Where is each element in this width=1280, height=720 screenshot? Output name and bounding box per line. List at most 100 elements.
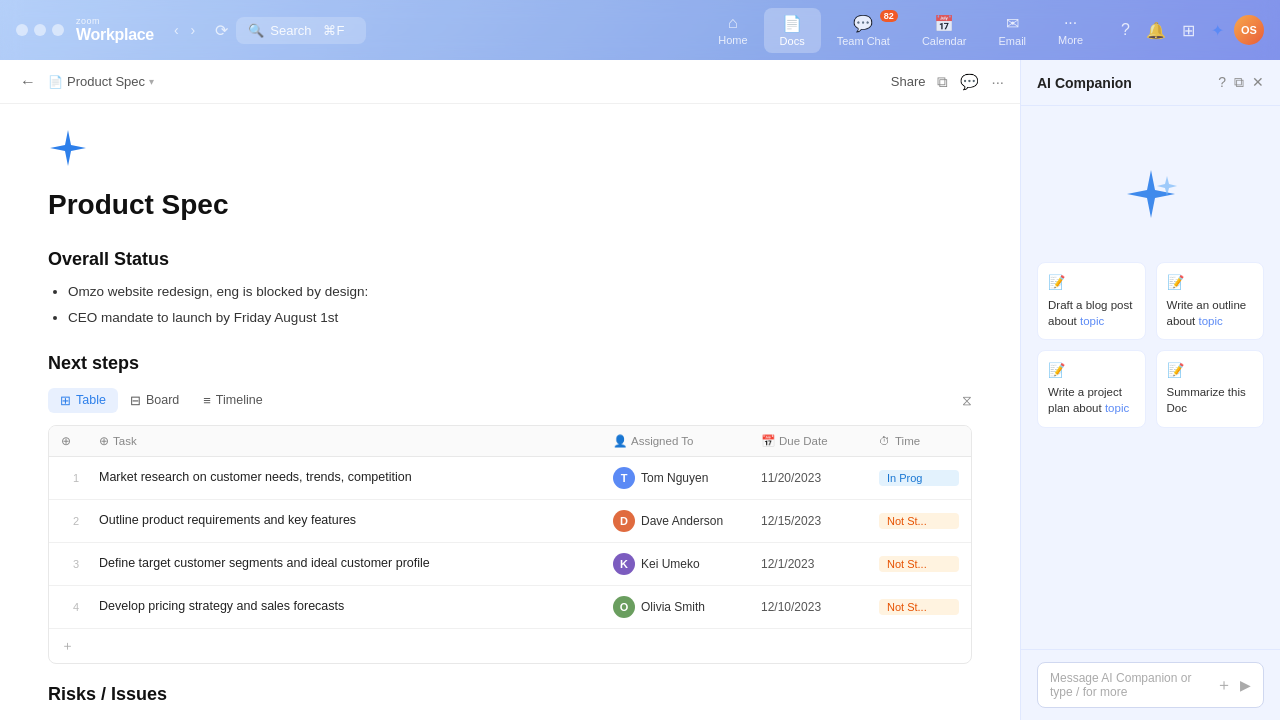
board-icon: ⊟ — [130, 393, 141, 408]
assignee-cell: O Olivia Smith — [613, 596, 753, 618]
view-tab-timeline[interactable]: ≡ Timeline — [191, 388, 274, 413]
view-tab-table[interactable]: ⊞ Table — [48, 388, 118, 413]
ai-icon[interactable]: ✦ — [1205, 15, 1230, 46]
tab-team-chat-label: Team Chat — [837, 35, 890, 47]
suggestion-topic: topic — [1105, 402, 1129, 414]
ai-body: 📝 Draft a blog post about topic 📝 Write … — [1021, 106, 1280, 649]
task-name: Develop pricing strategy and sales forec… — [99, 598, 605, 616]
row-num: 2 — [61, 515, 91, 527]
comment-icon[interactable]: 💬 — [960, 73, 979, 91]
more-options-icon[interactable]: ··· — [991, 73, 1004, 90]
minimize-button[interactable] — [34, 24, 46, 36]
ai-help-icon[interactable]: ? — [1218, 74, 1226, 91]
close-button[interactable] — [16, 24, 28, 36]
breadcrumb[interactable]: 📄 Product Spec ▾ — [48, 74, 154, 89]
toolbar-right: Share ⧉ 💬 ··· — [891, 73, 1004, 91]
tab-email-label: Email — [999, 35, 1027, 47]
ai-close-icon[interactable]: ✕ — [1252, 74, 1264, 91]
table-icon: ⊞ — [60, 393, 71, 408]
main-area: ← 📄 Product Spec ▾ Share ⧉ 💬 ··· Product — [0, 60, 1280, 720]
maximize-button[interactable] — [52, 24, 64, 36]
home-icon: ⌂ — [728, 14, 738, 32]
assignee-name: Tom Nguyen — [641, 471, 708, 485]
assignee-name: Kei Umeko — [641, 557, 700, 571]
forward-arrow[interactable]: › — [187, 18, 200, 42]
col-task: ⊕ Task — [99, 434, 605, 448]
tab-calendar[interactable]: 📅 Calendar — [906, 8, 983, 53]
workplace-label: Workplace — [76, 26, 154, 44]
table-row[interactable]: 4 Develop pricing strategy and sales for… — [49, 586, 971, 629]
overall-status-list: Omzo website redesign, eng is blocked by… — [48, 282, 972, 329]
help-icon[interactable]: ? — [1115, 15, 1136, 45]
ai-footer: Message AI Companion or type / for more … — [1021, 649, 1280, 720]
ai-sparkle-icon — [1123, 166, 1179, 222]
ai-expand-icon[interactable]: ⧉ — [1234, 74, 1244, 91]
due-date: 12/1/2023 — [761, 557, 871, 571]
table-header: ⊕ ⊕ Task 👤 Assigned To 📅 Due Date ⏱ Time — [49, 426, 971, 457]
filter-button[interactable]: ⧖ — [962, 392, 972, 409]
tab-calendar-label: Calendar — [922, 35, 967, 47]
tab-team-chat[interactable]: 82 💬 Team Chat — [821, 8, 906, 53]
suggestion-text: Draft a blog post about topic — [1048, 297, 1135, 329]
ai-input-bar[interactable]: Message AI Companion or type / for more … — [1037, 662, 1264, 708]
doc-content: Product Spec Overall Status Omzo website… — [0, 104, 1020, 720]
row-num: 1 — [61, 472, 91, 484]
table-row[interactable]: 1 Market research on customer needs, tre… — [49, 457, 971, 500]
doc-toolbar: ← 📄 Product Spec ▾ Share ⧉ 💬 ··· — [0, 60, 1020, 104]
task-name: Outline product requirements and key fea… — [99, 512, 605, 530]
ai-add-button[interactable]: ＋ — [1216, 675, 1232, 696]
col-due-date: 📅 Due Date — [761, 434, 871, 448]
overall-status-heading: Overall Status — [48, 249, 972, 270]
ai-suggestion-outline[interactable]: 📝 Write an outline about topic — [1156, 262, 1265, 340]
back-button[interactable]: ← — [16, 69, 40, 95]
search-bar[interactable]: 🔍 Search ⌘F — [236, 17, 366, 44]
suggestion-icon: 📝 — [1167, 361, 1254, 381]
assignee-cell: D Dave Anderson — [613, 510, 753, 532]
history-button[interactable]: ⟳ — [207, 17, 236, 44]
due-date: 12/15/2023 — [761, 514, 871, 528]
titlebar: zoom Workplace ‹ › ⟳ 🔍 Search ⌘F ⌂ Home … — [0, 0, 1280, 60]
bell-icon[interactable]: 🔔 — [1140, 15, 1172, 46]
avatar-initials: OS — [1241, 24, 1257, 36]
present-icon[interactable]: ⧉ — [937, 73, 948, 91]
tab-email[interactable]: ✉ Email — [983, 8, 1043, 53]
view-tab-timeline-label: Timeline — [216, 393, 263, 407]
view-tab-board[interactable]: ⊟ Board — [118, 388, 191, 413]
more-icon: ··· — [1064, 14, 1077, 32]
email-icon: ✉ — [1006, 14, 1019, 33]
table-row[interactable]: 2 Outline product requirements and key f… — [49, 500, 971, 543]
ai-suggestion-summarize[interactable]: 📝 Summarize this Doc — [1156, 350, 1265, 428]
apps-icon[interactable]: ⊞ — [1176, 15, 1201, 46]
ai-suggestion-project[interactable]: 📝 Write a project plan about topic — [1037, 350, 1146, 428]
view-tab-board-label: Board — [146, 393, 179, 407]
calendar-icon: 📅 — [934, 14, 954, 33]
share-button[interactable]: Share — [891, 74, 926, 89]
ai-send-button[interactable]: ▶ — [1240, 677, 1251, 693]
add-row-button[interactable]: ＋ — [49, 629, 971, 663]
table-row[interactable]: 3 Define target customer segments and id… — [49, 543, 971, 586]
row-num: 3 — [61, 558, 91, 570]
tab-home[interactable]: ⌂ Home — [702, 8, 763, 52]
view-tab-table-label: Table — [76, 393, 106, 407]
task-table: ⊕ ⊕ Task 👤 Assigned To 📅 Due Date ⏱ Time… — [48, 425, 972, 664]
assignee-name: Dave Anderson — [641, 514, 723, 528]
ai-suggestion-blog[interactable]: 📝 Draft a blog post about topic — [1037, 262, 1146, 340]
timeline-icon: ≡ — [203, 393, 211, 408]
window-controls — [16, 24, 64, 36]
assignee-avatar: D — [613, 510, 635, 532]
tab-more[interactable]: ··· More — [1042, 8, 1099, 52]
back-arrow[interactable]: ‹ — [170, 18, 183, 42]
ai-input-placeholder: Message AI Companion or type / for more — [1050, 671, 1208, 699]
ai-star-icon — [48, 128, 972, 177]
chevron-down-icon: ▾ — [149, 76, 154, 87]
avatar[interactable]: OS — [1234, 15, 1264, 45]
bullet-item: CEO mandate to launch by Friday August 1… — [68, 308, 972, 328]
risk-item: A design lead needs to be assigned and t… — [68, 717, 972, 721]
search-kbd: ⌘F — [323, 23, 344, 38]
doc-title: Product Spec — [48, 189, 972, 221]
tab-docs[interactable]: 📄 Docs — [764, 8, 821, 53]
suggestion-topic: topic — [1198, 315, 1222, 327]
zoom-brand: zoom Workplace — [76, 16, 154, 44]
task-name: Define target customer segments and idea… — [99, 555, 605, 573]
tab-home-label: Home — [718, 34, 747, 46]
